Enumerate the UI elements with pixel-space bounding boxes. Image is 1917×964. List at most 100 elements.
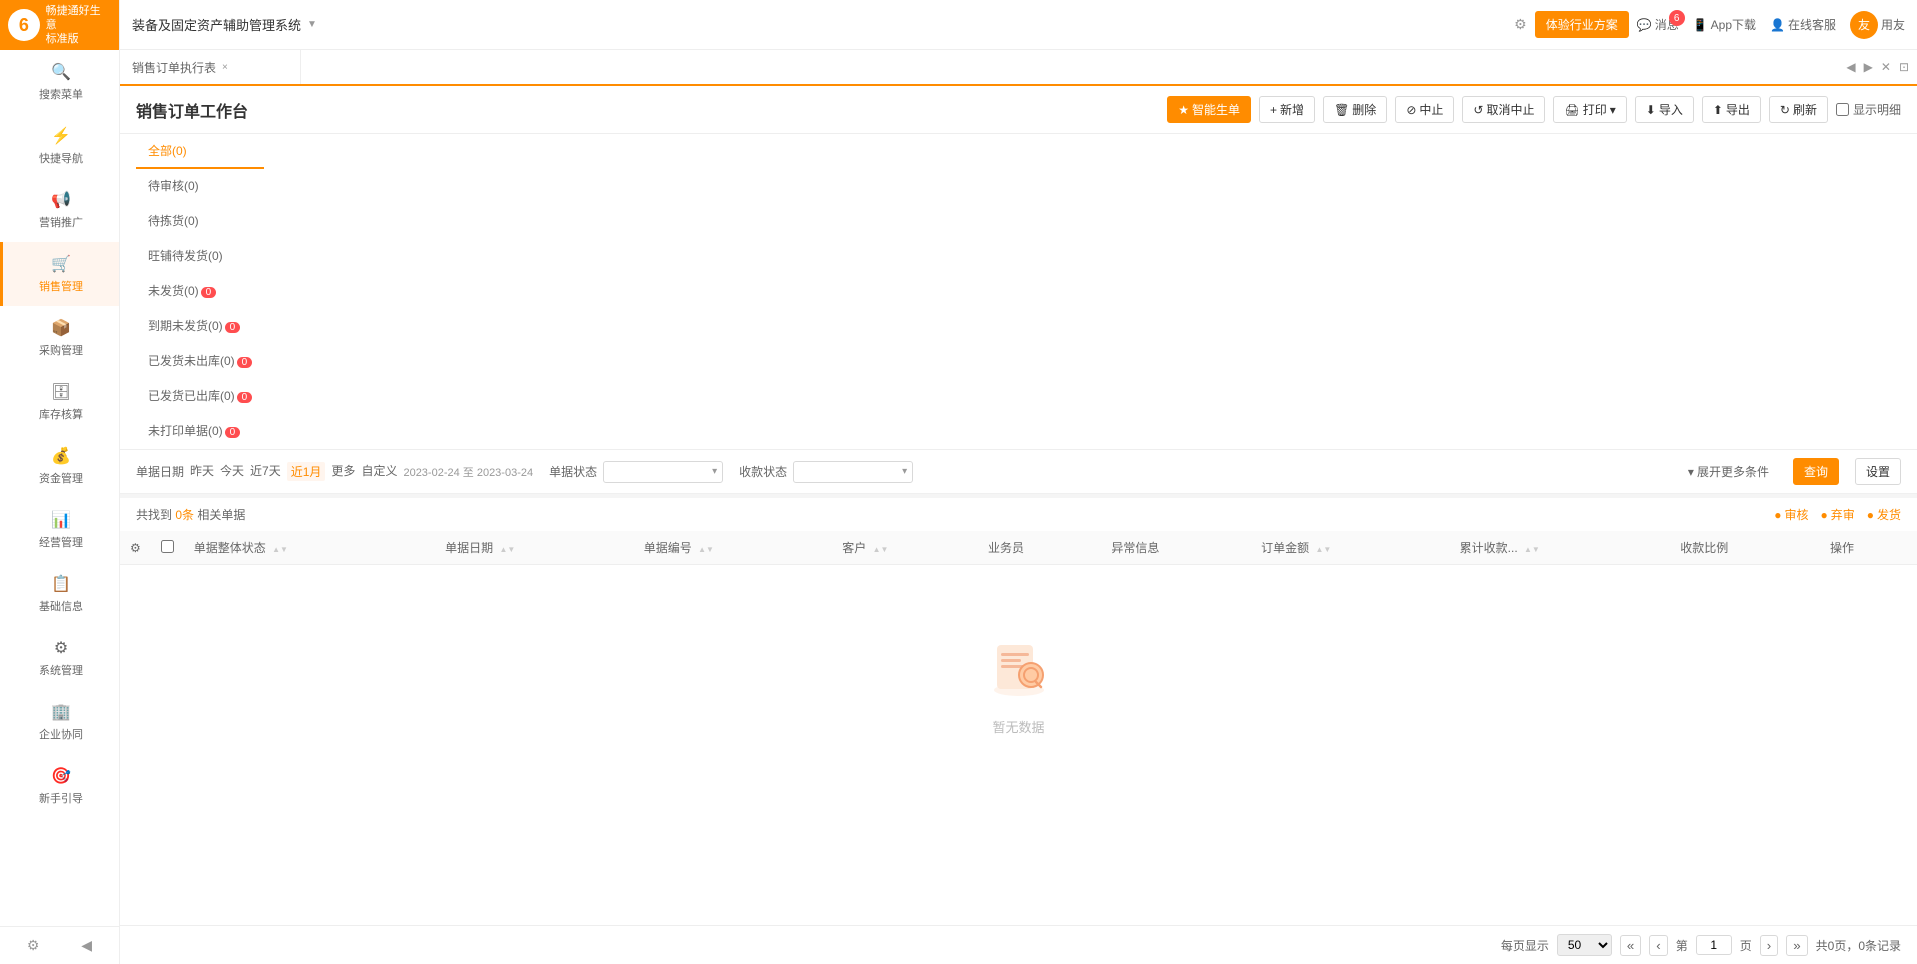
next-page-btn[interactable]: › (1760, 935, 1778, 956)
query-btn[interactable]: 查询 (1793, 458, 1839, 485)
expand-filter[interactable]: ▾ 展开更多条件 (1688, 463, 1769, 480)
date-option-yesterday[interactable]: 昨天 (190, 462, 214, 481)
status-tab-5[interactable]: 到期未发货(0)0 (136, 309, 264, 344)
first-page-btn[interactable]: « (1620, 935, 1641, 956)
col-status: 单据整体状态 ▲▼ (184, 531, 435, 565)
cancel-icon: ↺ (1473, 103, 1483, 117)
select-all-checkbox[interactable] (161, 540, 174, 553)
close-tab-icon[interactable]: ✕ (1879, 58, 1893, 76)
print-btn[interactable]: 🖨 打印 ▾ (1553, 96, 1626, 123)
date-option-custom[interactable]: 自定义 (361, 462, 397, 481)
sidebar-item-库存核算[interactable]: 🗄库存核算 (0, 370, 119, 434)
sidebar-icon: 📢 (51, 190, 71, 210)
tab-close-icon[interactable]: × (222, 62, 228, 73)
payment-select[interactable] (793, 461, 913, 483)
main-content: 装备及固定资产辅助管理系统 ▼ ⚙ 体验行业方案 💬 消息 6 📱 App下载 … (120, 0, 1917, 964)
status-tab-7[interactable]: 已发货已出库(0)0 (136, 379, 264, 414)
payment-filter: 收款状态 ▾ (739, 461, 913, 483)
sidebar-item-新手引导[interactable]: 🎯新手引导 (0, 754, 119, 818)
phone-icon: 📱 (1693, 18, 1708, 32)
sidebar-item-采购管理[interactable]: 📦采购管理 (0, 306, 119, 370)
app-download-action[interactable]: 📱 App下载 (1693, 16, 1756, 33)
void-icon: ● (1820, 508, 1827, 522)
empty-state: 暂无数据 (120, 565, 1917, 796)
sidebar-item-企业协同[interactable]: 🏢企业协同 (0, 690, 119, 754)
sidebar-item-营销推广[interactable]: 📢营销推广 (0, 178, 119, 242)
col-date: 单据日期 ▲▼ (435, 531, 634, 565)
sidebar-item-搜索菜单[interactable]: 🔍搜索菜单 (0, 50, 119, 114)
status-tab-2[interactable]: 待拣货(0) (136, 204, 264, 239)
col-settings[interactable]: ⚙ (120, 531, 151, 565)
delete-btn[interactable]: 🗑 删除 (1323, 96, 1387, 123)
industry-btn[interactable]: 体验行业方案 (1535, 11, 1629, 38)
status-tabs: 全部(0)待审核(0)待拣货(0)旺铺待发货(0)未发货(0)0到期未发货(0)… (120, 134, 1917, 450)
sort-icon: ▲▼ (698, 546, 714, 554)
refresh-icon: ↻ (1780, 103, 1790, 117)
status-tab-0[interactable]: 全部(0) (136, 134, 264, 169)
settings-icon[interactable]: ⚙ (1514, 16, 1527, 33)
sidebar-icon: 🏢 (51, 702, 71, 722)
prev-tabs-icon[interactable]: ◀ (1844, 58, 1857, 76)
date-option-1month[interactable]: 近1月 (287, 462, 326, 481)
sidebar-item-资金管理[interactable]: 💰资金管理 (0, 434, 119, 498)
status-label: 单据状态 (549, 463, 597, 480)
ship-action[interactable]: ● 发货 (1867, 506, 1901, 523)
message-action[interactable]: 💬 消息 6 (1637, 16, 1679, 33)
col-amount: 订单金额 ▲▼ (1251, 531, 1450, 565)
next-tabs-icon[interactable]: ▶ (1862, 58, 1875, 76)
status-tab-1[interactable]: 待审核(0) (136, 169, 264, 204)
summary-count: 0条 (175, 508, 194, 522)
badge: 0 (201, 287, 217, 298)
sidebar-item-基础信息[interactable]: 📋基础信息 (0, 562, 119, 626)
status-tab-6[interactable]: 已发货未出库(0)0 (136, 344, 264, 379)
sidebar-item-系统管理[interactable]: ⚙系统管理 (0, 626, 119, 690)
status-select[interactable] (603, 461, 723, 483)
sidebar-footer: ⚙ ◀ (0, 926, 119, 964)
col-check[interactable] (151, 531, 184, 565)
export-btn[interactable]: ⬆ 导出 (1702, 96, 1761, 123)
status-tab-3[interactable]: 旺铺待发货(0) (136, 239, 264, 274)
collapse-icon[interactable]: ◀ (81, 937, 92, 954)
online-service-action[interactable]: 👤 在线客服 (1770, 16, 1836, 33)
stop-btn[interactable]: ⊘ 中止 (1395, 96, 1454, 123)
page-size-select[interactable]: 10 20 50 100 (1557, 934, 1612, 956)
prev-page-btn[interactable]: ‹ (1649, 935, 1667, 956)
date-option-today[interactable]: 今天 (220, 462, 244, 481)
sidebar-item-快捷导航[interactable]: ⚡快捷导航 (0, 114, 119, 178)
cancel-stop-btn[interactable]: ↺ 取消中止 (1462, 96, 1545, 123)
add-btn[interactable]: + 新增 (1259, 96, 1315, 123)
audit-icon: ● (1774, 508, 1781, 522)
last-page-btn[interactable]: » (1786, 935, 1807, 956)
page-go-label: 页 (1740, 937, 1752, 954)
filter-bar: 单据日期 昨天 今天 近7天 近1月 更多 自定义 2023-02-24 至 2… (120, 450, 1917, 494)
page-input[interactable] (1696, 935, 1732, 955)
date-options: 昨天 今天 近7天 近1月 更多 自定义 (190, 462, 397, 481)
sidebar-icon: ⚙ (54, 638, 68, 658)
audit-action[interactable]: ● 审核 (1774, 506, 1808, 523)
stop-icon: ⊘ (1406, 103, 1416, 117)
date-option-more[interactable]: 更多 (331, 462, 355, 481)
status-select-wrap: ▾ (603, 461, 723, 483)
show-detail-checkbox[interactable] (1836, 103, 1849, 116)
settings-icon[interactable]: ⚙ (27, 937, 40, 954)
show-detail-label[interactable]: 显示明细 (1836, 101, 1901, 118)
date-option-7days[interactable]: 近7天 (250, 462, 281, 481)
expand-icon: ▾ (1688, 465, 1694, 479)
maximize-icon[interactable]: ⊡ (1897, 58, 1911, 76)
refresh-btn[interactable]: ↻ 刷新 (1769, 96, 1828, 123)
void-action[interactable]: ● 弃审 (1820, 506, 1854, 523)
smart-create-btn[interactable]: ★ 智能生单 (1167, 96, 1251, 123)
sidebar-icon: 🔍 (51, 62, 71, 82)
system-dropdown-icon[interactable]: ▼ (307, 19, 317, 30)
logo-icon: 6 (8, 9, 40, 41)
sidebar-item-销售管理[interactable]: 🛒销售管理 (0, 242, 119, 306)
tab-5[interactable]: 销售订单执行表× (120, 50, 301, 85)
import-btn[interactable]: ⬇ 导入 (1635, 96, 1694, 123)
user-action[interactable]: 友 用友 (1850, 11, 1905, 39)
settings-btn[interactable]: 设置 (1855, 458, 1901, 485)
status-tab-4[interactable]: 未发货(0)0 (136, 274, 264, 309)
col-ops: 操作 (1820, 531, 1917, 565)
status-tab-8[interactable]: 未打印单据(0)0 (136, 414, 264, 449)
sidebar-item-经营管理[interactable]: 📊经营管理 (0, 498, 119, 562)
sidebar-logo: 6 畅捷通好生意 标准版 (0, 0, 119, 50)
